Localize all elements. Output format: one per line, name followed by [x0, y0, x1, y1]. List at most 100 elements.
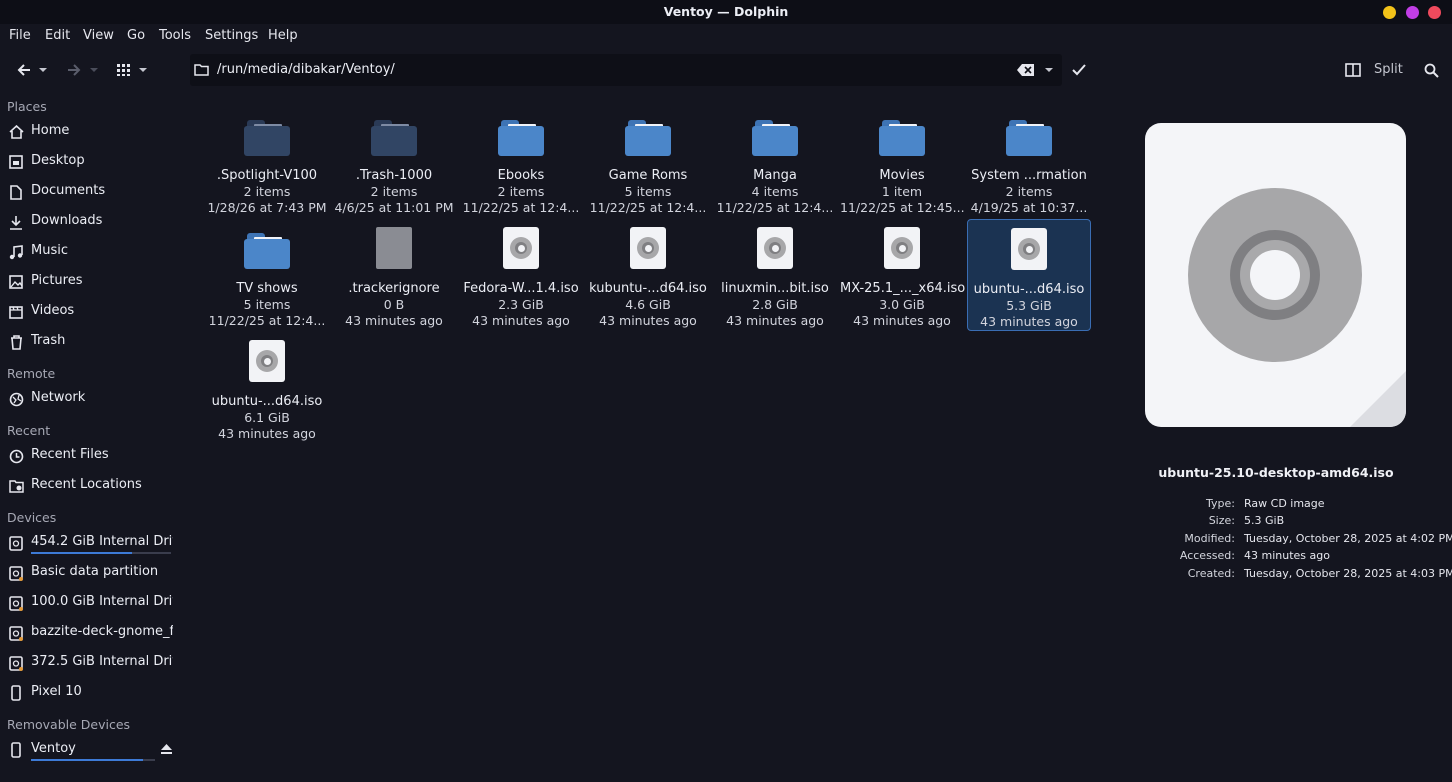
sidebar-item-label: Downloads: [31, 213, 103, 228]
sidebar-item-device[interactable]: Basic data partition: [0, 560, 182, 586]
file-date: 43 minutes ago: [853, 313, 951, 328]
file-item[interactable]: Game Roms 5 items 11/22/25 at 12:4...: [586, 106, 710, 218]
sidebar-item-videos[interactable]: Videos: [0, 299, 182, 325]
file-item[interactable]: linuxmin...bit.iso 2.8 GiB 43 minutes ago: [713, 219, 837, 331]
sidebar-item-documents[interactable]: Documents: [0, 179, 182, 205]
file-name: Movies: [879, 168, 925, 183]
capacity-bar: [31, 552, 171, 554]
sidebar-item-label: Trash: [31, 333, 66, 348]
view-mode-chevron-icon[interactable]: [136, 62, 150, 78]
menu-go[interactable]: Go: [127, 28, 145, 43]
view-mode-grid-icon[interactable]: [114, 60, 134, 80]
file-view[interactable]: .Spotlight-V100 2 items 1/28/26 at 7:43 PM…: [190, 94, 1091, 782]
file-item[interactable]: Manga 4 items 11/22/25 at 12:4...: [713, 106, 837, 218]
location-path[interactable]: /run/media/dibakar/Ventoy/: [217, 62, 395, 77]
menu-view[interactable]: View: [83, 28, 114, 43]
picture-icon: [8, 274, 24, 290]
file-name: TV shows: [236, 281, 298, 296]
places-section-heading: Places: [7, 99, 47, 114]
sidebar-item-label: 372.5 GiB Internal Driv...: [31, 654, 173, 669]
clear-text-icon[interactable]: [1016, 62, 1034, 78]
folder-icon: [192, 62, 210, 78]
sidebar-item-recent-locations[interactable]: Recent Locations: [0, 473, 182, 499]
confirm-checkmark-icon[interactable]: [1068, 60, 1090, 80]
folder-icon: [205, 108, 329, 156]
file-item[interactable]: Movies 1 item 11/22/25 at 12:45...: [840, 106, 965, 218]
menu-file[interactable]: File: [9, 28, 31, 43]
file-detail: 2.3 GiB: [498, 297, 544, 312]
file-name: Game Roms: [608, 168, 688, 183]
window-title: Ventoy — Dolphin: [663, 4, 789, 19]
sidebar-item-desktop[interactable]: Desktop: [0, 149, 182, 175]
sidebar-item-device[interactable]: 372.5 GiB Internal Driv...: [0, 650, 182, 676]
removable-section-heading: Removable Devices: [7, 717, 131, 732]
sidebar-item-recent-files[interactable]: Recent Files: [0, 443, 182, 469]
file-detail: 2 items: [370, 184, 418, 199]
sidebar-item-ventoy[interactable]: Ventoy: [0, 737, 182, 763]
menu-settings[interactable]: Settings: [205, 28, 258, 43]
menu-help[interactable]: Help: [268, 28, 298, 43]
file-name: MX-25.1_..._x64.iso: [840, 281, 966, 296]
file-detail: 6.1 GiB: [244, 410, 290, 425]
file-item[interactable]: .Trash-1000 2 items 4/6/25 at 11:01 PM: [332, 106, 456, 218]
menu-tools[interactable]: Tools: [159, 28, 191, 43]
close-button[interactable]: [1428, 6, 1441, 19]
forward-dropdown-chevron-icon[interactable]: [87, 62, 101, 78]
sidebar-item-trash[interactable]: Trash: [0, 329, 182, 355]
search-icon[interactable]: [1420, 60, 1442, 80]
places-panel: Places Home Desktop Documents Downloads …: [0, 94, 184, 782]
sidebar-item-network[interactable]: Network: [0, 386, 182, 412]
split-button-label[interactable]: Split: [1374, 62, 1403, 77]
file-date: 43 minutes ago: [218, 426, 316, 441]
file-item[interactable]: kubuntu-...d64.iso 4.6 GiB 43 minutes ago: [586, 219, 710, 331]
file-item[interactable]: ubuntu-...d64.iso 6.1 GiB 43 minutes ago: [205, 332, 329, 444]
eject-icon[interactable]: [160, 743, 173, 759]
file-date: 11/22/25 at 12:4...: [589, 200, 707, 215]
menu-bar: File Edit View Go Tools Settings Help: [0, 24, 1452, 48]
sidebar-item-music[interactable]: Music: [0, 239, 182, 265]
back-arrow-icon[interactable]: [14, 60, 34, 80]
file-item[interactable]: .Spotlight-V100 2 items 1/28/26 at 7:43 PM: [205, 106, 329, 218]
split-view-icon[interactable]: [1342, 60, 1364, 80]
file-date: 11/22/25 at 12:4...: [208, 313, 326, 328]
sidebar-item-label: Home: [31, 123, 70, 138]
title-bar: Ventoy — Dolphin: [0, 0, 1452, 24]
file-detail: 5 items: [243, 297, 291, 312]
file-item[interactable]: Fedora-W...1.4.iso 2.3 GiB 43 minutes ago: [459, 219, 583, 331]
file-detail: 4.6 GiB: [625, 297, 671, 312]
blank-file-icon: [332, 221, 456, 269]
maximize-button[interactable]: [1406, 6, 1419, 19]
sidebar-item-label: 454.2 GiB Internal Driv...: [31, 534, 173, 549]
sidebar-item-home[interactable]: Home: [0, 119, 182, 145]
file-item[interactable]: Ebooks 2 items 11/22/25 at 12:4...: [459, 106, 583, 218]
file-item[interactable]: ubuntu-...d64.iso 5.3 GiB 43 minutes ago: [967, 219, 1091, 331]
location-bar[interactable]: /run/media/dibakar/Ventoy/: [190, 54, 1062, 86]
sidebar-item-downloads[interactable]: Downloads: [0, 209, 182, 235]
file-date: 43 minutes ago: [599, 313, 697, 328]
back-dropdown-chevron-icon[interactable]: [36, 62, 50, 78]
sidebar-item-device[interactable]: bazzite-deck-gnome_f...: [0, 620, 182, 646]
capacity-fill: [31, 759, 143, 761]
file-preview: [1145, 123, 1406, 427]
file-item[interactable]: System ...rmation 2 items 4/19/25 at 10:37…: [967, 106, 1091, 218]
sidebar-item-device[interactable]: 454.2 GiB Internal Driv...: [0, 530, 182, 556]
metadata-key: Accessed:: [1179, 549, 1235, 562]
download-icon: [8, 214, 24, 230]
folder-clock-icon: [8, 478, 24, 494]
sidebar-item-pixel-10[interactable]: Pixel 10: [0, 680, 182, 706]
file-detail: 2 items: [1005, 184, 1053, 199]
minimize-button[interactable]: [1383, 6, 1396, 19]
file-item[interactable]: TV shows 5 items 11/22/25 at 12:4...: [205, 219, 329, 331]
file-item[interactable]: MX-25.1_..._x64.iso 3.0 GiB 43 minutes ago: [840, 219, 966, 331]
file-date: 11/22/25 at 12:4...: [462, 200, 580, 215]
disc-image-icon: [205, 334, 329, 382]
metadata-value: Tuesday, October 28, 2025 at 4:02 PM: [1244, 532, 1452, 545]
sidebar-item-pictures[interactable]: Pictures: [0, 269, 182, 295]
sidebar-item-device[interactable]: 100.0 GiB Internal Driv...: [0, 590, 182, 616]
forward-arrow-icon[interactable]: [64, 60, 84, 80]
disc-image-icon: [968, 222, 1090, 270]
file-name: .Trash-1000: [355, 168, 433, 183]
menu-edit[interactable]: Edit: [45, 28, 70, 43]
file-item[interactable]: .trackerignore 0 B 43 minutes ago: [332, 219, 456, 331]
location-history-chevron-icon[interactable]: [1042, 64, 1056, 76]
